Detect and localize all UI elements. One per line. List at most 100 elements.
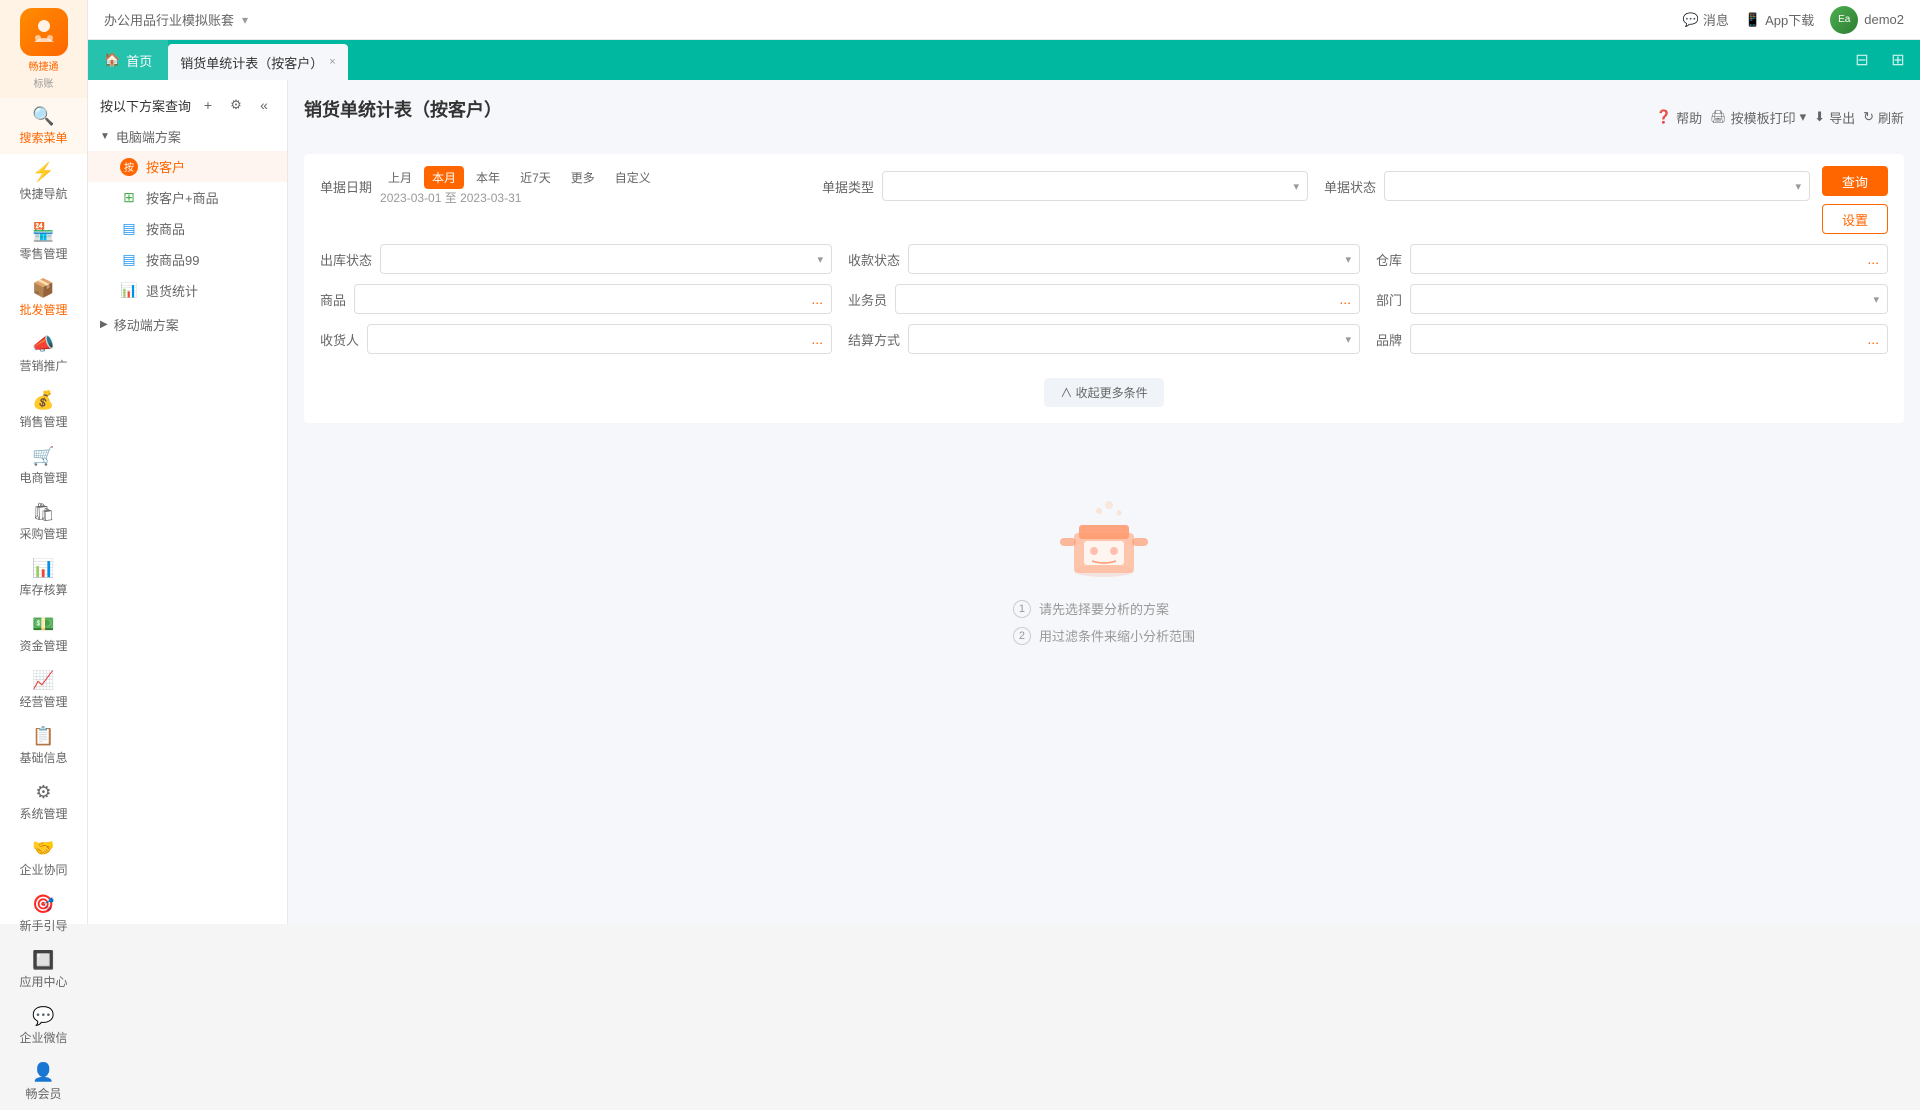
collapse-bg[interactable]: ∧ 收起更多条件: [1044, 378, 1163, 407]
dept-arrow: ▾: [1873, 293, 1879, 306]
sidebar-shortcut[interactable]: ⚡ 快捷导航: [0, 154, 87, 210]
receiver-select[interactable]: ...: [367, 324, 832, 354]
scheme-collapse-btn[interactable]: «: [253, 94, 275, 116]
scheme-item-goods99[interactable]: ▤ 按商品99: [88, 244, 287, 275]
scheme-edit-btn[interactable]: ⚙: [225, 94, 247, 116]
receiver-dots: ...: [811, 331, 823, 347]
sidebar-sales[interactable]: 💰 销售管理: [0, 382, 87, 438]
date-btn-7days[interactable]: 近7天: [512, 166, 559, 189]
message-label: 消息: [1703, 10, 1729, 29]
help-btn[interactable]: ❓ 帮助: [1656, 108, 1702, 127]
status-arrow: ▾: [1795, 180, 1801, 193]
home-icon: 🏠: [104, 52, 120, 68]
tab-sales-stat[interactable]: 销货单统计表（按客户） ×: [168, 44, 347, 80]
sidebar-inventory-label: 库存核算: [19, 581, 67, 598]
date-btn-more[interactable]: 更多: [563, 166, 603, 189]
tab-close-btn[interactable]: ×: [329, 56, 335, 68]
sidebar-wholesale-label: 批发管理: [19, 301, 67, 318]
receiver-control: ...: [367, 324, 832, 354]
collapse-bar[interactable]: ∧ 收起更多条件: [320, 362, 1888, 415]
scheme-item-return-label: 退货统计: [146, 281, 198, 300]
staff-select[interactable]: ...: [895, 284, 1360, 314]
minimize-btn[interactable]: ⊟: [1848, 46, 1876, 74]
purchase-icon: 🛍: [32, 502, 55, 523]
finance-icon: 💵: [32, 614, 54, 635]
tab-home-label: 首页: [126, 51, 152, 70]
print-btn[interactable]: 🖨 按模板打印 ▾: [1710, 108, 1806, 127]
payment-cell: 结算方式 ▾: [848, 324, 1360, 354]
wechat-icon: 💬: [32, 1006, 54, 1027]
brand-select[interactable]: ...: [1410, 324, 1888, 354]
appstore-icon: 🔲: [32, 950, 54, 971]
refresh-btn[interactable]: ↻ 刷新: [1863, 108, 1904, 127]
goods-icon: ▤: [120, 220, 138, 238]
step2-num: 2: [1013, 627, 1031, 645]
sidebar-wechat[interactable]: 💬 企业微信: [0, 998, 87, 1054]
empty-illustration: [1044, 483, 1164, 583]
staff-control: ...: [895, 284, 1360, 314]
sidebar-wholesale[interactable]: 📦 批发管理: [0, 270, 87, 326]
sidebar-inventory[interactable]: 📊 库存核算: [0, 550, 87, 606]
type-cell: 单据类型 ▾: [822, 166, 1308, 206]
settings-btn[interactable]: 设置: [1822, 204, 1888, 234]
message-btn[interactable]: 💬 消息: [1683, 10, 1729, 29]
filter-section: 单据日期 上月 本月 本年 近7天 更多 自定义 20: [304, 154, 1904, 423]
sidebar-business[interactable]: 📈 经营管理: [0, 662, 87, 718]
scheme-group-desktop-header[interactable]: ▼ 电脑端方案: [88, 122, 287, 151]
maximize-btn[interactable]: ⊞: [1884, 46, 1912, 74]
sidebar-business-label: 经营管理: [19, 693, 67, 710]
date-btn-thisyear[interactable]: 本年: [468, 166, 508, 189]
scheme-item-customer-goods[interactable]: ⊞ 按客户+商品: [88, 182, 287, 213]
sidebar-collab[interactable]: 🤝 企业协同: [0, 830, 87, 886]
tab-home[interactable]: 🏠 首页: [88, 40, 168, 80]
retail-icon: 🏪: [32, 222, 54, 243]
sidebar-purchase[interactable]: 🛍 采购管理: [0, 494, 87, 550]
warehouse-select[interactable]: ...: [1410, 244, 1888, 274]
sidebar-retail-label: 零售管理: [19, 245, 67, 262]
date-btn-lastmonth[interactable]: 上月: [380, 166, 420, 189]
scheme-header: 按以下方案查询 + ⚙ «: [88, 88, 287, 122]
out-select[interactable]: ▾: [380, 244, 832, 274]
avatar-text: Ea: [1838, 14, 1850, 25]
date-btn-thismonth[interactable]: 本月: [424, 166, 464, 189]
type-select[interactable]: ▾: [882, 171, 1308, 201]
tab-sales-label: 销货单统计表（按客户）: [180, 53, 323, 72]
user-profile[interactable]: Ea demo2: [1830, 6, 1904, 34]
top-title-dropdown[interactable]: ▾: [242, 13, 248, 27]
sidebar-member[interactable]: 👤 畅会员: [0, 1054, 87, 1110]
sidebar-ecommerce[interactable]: 🛒 电商管理: [0, 438, 87, 494]
out-control: ▾: [380, 244, 832, 274]
sidebar-marketing[interactable]: 📣 营销推广: [0, 326, 87, 382]
payment-arrow: ▾: [1345, 333, 1351, 346]
sidebar-basic[interactable]: 📋 基础信息: [0, 718, 87, 774]
export-btn[interactable]: ⬇ 导出: [1814, 108, 1855, 127]
payment-select[interactable]: ▾: [908, 324, 1360, 354]
customer-goods-icon: ⊞: [120, 189, 138, 207]
sidebar-system[interactable]: ⚙ 系统管理: [0, 774, 87, 830]
sidebar-retail[interactable]: 🏪 零售管理: [0, 214, 87, 270]
main-area: 办公用品行业模拟账套 ▾ 💬 消息 📱 App下载 Ea demo2 🏠 首页: [88, 0, 1920, 924]
sidebar-guide[interactable]: 🎯 新手引导: [0, 886, 87, 942]
goods-select[interactable]: ...: [354, 284, 832, 314]
sidebar-search[interactable]: 🔍 搜索菜单: [0, 98, 87, 154]
date-btn-custom[interactable]: 自定义: [607, 166, 659, 189]
title-row: 销货单统计表（按客户） ❓ 帮助 🖨 按模板打印 ▾ ⬇ 导出: [304, 96, 1904, 138]
scheme-group-mobile-header[interactable]: ▶ 移动端方案: [88, 310, 287, 339]
query-btn[interactable]: 查询: [1822, 166, 1888, 196]
scheme-item-customer[interactable]: 按 按客户: [88, 151, 287, 182]
export-label: 导出: [1829, 108, 1855, 127]
status-select[interactable]: ▾: [1384, 171, 1810, 201]
content-area: 按以下方案查询 + ⚙ « ▼ 电脑端方案 按 按客户 ⊞: [88, 80, 1920, 924]
dept-select[interactable]: ▾: [1410, 284, 1888, 314]
wholesale-icon: 📦: [32, 278, 54, 299]
app-download-btn[interactable]: 📱 App下载: [1745, 10, 1814, 29]
search-icon: 🔍: [32, 106, 54, 127]
sidebar-finance[interactable]: 💵 资金管理: [0, 606, 87, 662]
message-icon: 💬: [1683, 12, 1699, 28]
scheme-add-btn[interactable]: +: [197, 94, 219, 116]
scheme-item-goods[interactable]: ▤ 按商品: [88, 213, 287, 244]
sidebar-appstore[interactable]: 🔲 应用中心: [0, 942, 87, 998]
receipt-select[interactable]: ▾: [908, 244, 1360, 274]
scheme-item-return[interactable]: 📊 退货统计: [88, 275, 287, 306]
empty-steps: 1 请先选择要分析的方案 2 用过滤条件来缩小分析范围: [1013, 599, 1195, 645]
